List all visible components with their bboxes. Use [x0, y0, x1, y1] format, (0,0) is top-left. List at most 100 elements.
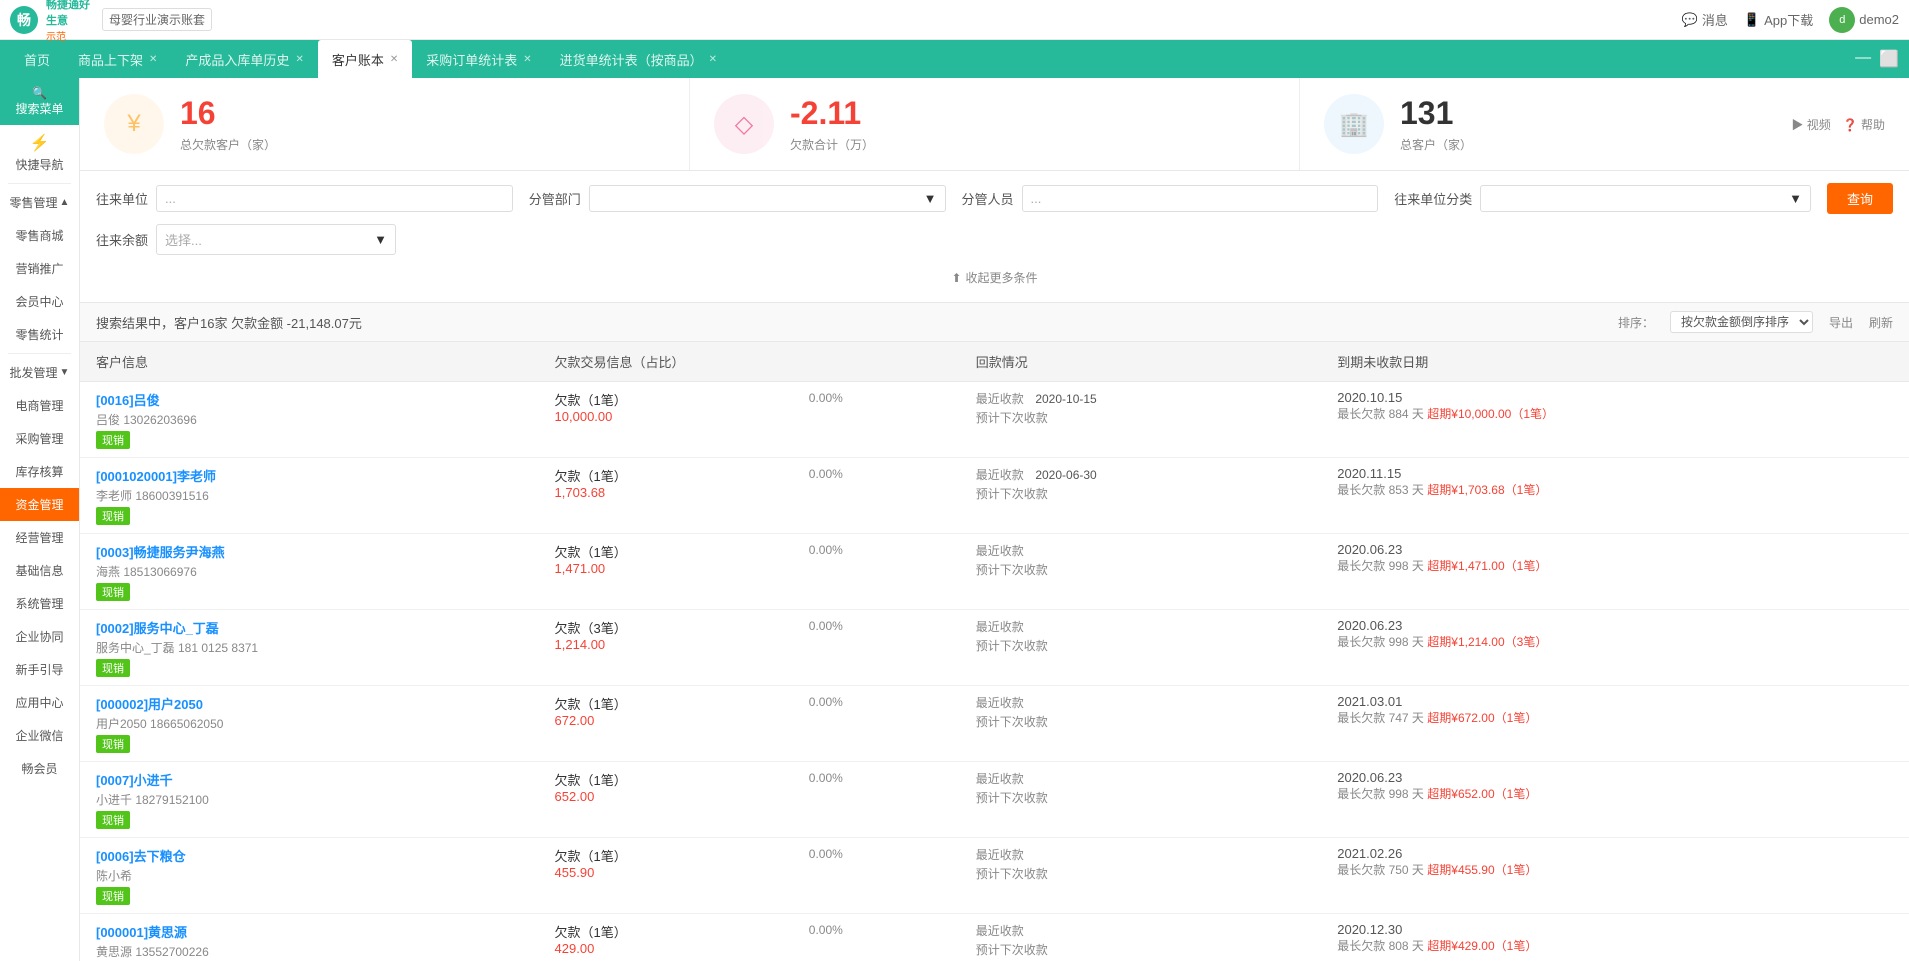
next-label-6: 预计下次收款: [976, 865, 1306, 882]
tab-customer-account-close[interactable]: ✕: [390, 54, 398, 65]
overdue-info-6: 最长欠款 750 天 超期¥455.90（1笔）: [1337, 861, 1893, 878]
sidebar-divider-1: [8, 183, 71, 184]
sidebar-item-ecommerce[interactable]: 电商管理: [0, 389, 79, 422]
collapse-label: 收起更多条件: [966, 269, 1038, 286]
tab-products[interactable]: 商品上下架 ✕: [64, 40, 171, 78]
dept-chevron-icon: ▼: [924, 191, 937, 206]
sidebar-item-finance[interactable]: 资金管理: [0, 488, 79, 521]
sidebar-item-ops-mgmt[interactable]: 经营管理: [0, 521, 79, 554]
cell-recovery-7: 最近收款 预计下次收款: [960, 914, 1322, 961]
tab-products-close[interactable]: ✕: [149, 54, 157, 65]
overdue-days-4: 最长欠款 747 天: [1337, 711, 1427, 725]
customer-tag-0: 现销: [96, 431, 130, 449]
sidebar-item-quick-nav[interactable]: ⚡ 快捷导航: [0, 125, 79, 181]
account-selector[interactable]: 母婴行业演示账套: [102, 8, 212, 31]
recent-label-7: 最近收款: [976, 922, 1306, 939]
overdue-link-1[interactable]: 超期¥1,703.68（1笔）: [1427, 483, 1547, 497]
overdue-link-4[interactable]: 超期¥672.00（1笔）: [1427, 711, 1537, 725]
sidebar-item-retail-mall[interactable]: 零售商城: [0, 219, 79, 252]
customer-tag-2: 现销: [96, 583, 130, 601]
tab-home[interactable]: 首页: [10, 40, 64, 78]
customer-name-4[interactable]: [000002]用户2050: [96, 694, 523, 713]
help-btn[interactable]: ❓ 帮助: [1843, 116, 1885, 133]
debt-label-6: 欠款（1笔）: [555, 846, 769, 865]
overdue-link-5[interactable]: 超期¥652.00（1笔）: [1427, 787, 1537, 801]
filter-row-1: 往来单位 ... 分管部门 ▼ 分管人员 ...: [96, 183, 1893, 214]
filter-category-select[interactable]: ▼: [1480, 185, 1811, 212]
search-button[interactable]: 查询: [1827, 183, 1893, 214]
refresh-btn[interactable]: 刷新: [1869, 314, 1893, 331]
sidebar-item-retail-mgmt[interactable]: 零售管理 ▲: [0, 186, 79, 219]
sidebar-item-inventory[interactable]: 库存核算: [0, 455, 79, 488]
customer-name-7[interactable]: [000001]黄思源: [96, 922, 523, 941]
debt-amount-1: 1,703.68: [555, 485, 769, 500]
cell-recovery-0: 最近收款 2020-10-15 预计下次收款: [960, 382, 1322, 458]
overdue-link-2[interactable]: 超期¥1,471.00（1笔）: [1427, 559, 1547, 573]
table-row: [0007]小进千 小进千 18279152100 现销 欠款（1笔） 652.…: [80, 762, 1909, 838]
filter-source-unit-input[interactable]: ...: [156, 185, 513, 212]
sidebar-item-member-vip[interactable]: 畅会员: [0, 752, 79, 785]
sidebar-item-app-center[interactable]: 应用中心: [0, 686, 79, 719]
sidebar-item-batch-mgmt[interactable]: 批发管理 ▼: [0, 356, 79, 389]
customer-name-6[interactable]: [0006]去下粮仓: [96, 846, 523, 865]
cell-customer-1: [0001020001]李老师 李老师 18600391516 现销: [80, 458, 539, 534]
stat-label-1: 总欠款客户（家）: [180, 136, 276, 153]
next-label-2: 预计下次收款: [976, 561, 1306, 578]
table-row: [0001020001]李老师 李老师 18600391516 现销 欠款（1笔…: [80, 458, 1909, 534]
stat-info-3: 131 总客户（家）: [1400, 95, 1472, 153]
customer-sub-2: 海燕 18513066976: [96, 563, 523, 580]
customer-name-0[interactable]: [0016]吕俊: [96, 390, 523, 409]
overdue-info-5: 最长欠款 998 天 超期¥652.00（1笔）: [1337, 785, 1893, 802]
customer-name-1[interactable]: [0001020001]李老师: [96, 466, 523, 485]
tab-purchase-order-close[interactable]: ✕: [523, 54, 531, 65]
cell-debt-percent-2: 0.00%: [785, 534, 960, 610]
sidebar-item-retail-stats[interactable]: 零售统计: [0, 318, 79, 351]
video-btn[interactable]: ▶ 视频: [1791, 116, 1830, 133]
overdue-link-6[interactable]: 超期¥455.90（1笔）: [1427, 863, 1537, 877]
account-dropdown[interactable]: 母婴行业演示账套: [102, 8, 212, 31]
customer-sub-7: 黄思源 13552700226: [96, 943, 523, 960]
customer-name-2[interactable]: [0003]畅捷服务尹海燕: [96, 542, 523, 561]
cell-debt-percent-6: 0.00%: [785, 838, 960, 914]
table-container: 客户信息 欠款交易信息（占比） 回款情况 到期未收款日期 [0016]吕俊 吕俊…: [80, 342, 1909, 961]
tab-purchase-history-close[interactable]: ✕: [295, 54, 303, 65]
overdue-link-7[interactable]: 超期¥429.00（1笔）: [1427, 939, 1537, 953]
sidebar-item-member-center[interactable]: 会员中心: [0, 285, 79, 318]
filter-balance-select[interactable]: 选择... ▼: [156, 224, 396, 255]
sort-select[interactable]: 按欠款金额倒序排序 按欠款金额升序排序 按客户名称排序: [1670, 311, 1813, 333]
cell-customer-7: [000001]黄思源 黄思源 13552700226 现销: [80, 914, 539, 961]
tab-purchase-history[interactable]: 产成品入库单历史 ✕: [171, 40, 317, 78]
tab-purchase-order[interactable]: 采购订单统计表 ✕: [412, 40, 545, 78]
sidebar-search[interactable]: 🔍 搜索菜单: [0, 78, 79, 125]
user-avatar-area[interactable]: d demo2: [1829, 7, 1899, 33]
sidebar-item-basic-info[interactable]: 基础信息: [0, 554, 79, 587]
cell-due-2: 2020.06.23 最长欠款 998 天 超期¥1,471.00（1笔）: [1321, 534, 1909, 610]
overdue-link-3[interactable]: 超期¥1,214.00（3笔）: [1427, 635, 1547, 649]
sidebar-item-wechat[interactable]: 企业微信: [0, 719, 79, 752]
sidebar-item-system[interactable]: 系统管理: [0, 587, 79, 620]
overdue-link-0[interactable]: 超期¥10,000.00（1笔）: [1427, 407, 1554, 421]
sidebar-item-enterprise[interactable]: 企业协同: [0, 620, 79, 653]
tab-purchase-stat-close[interactable]: ✕: [709, 54, 717, 65]
customer-name-3[interactable]: [0002]服务中心_丁磊: [96, 618, 523, 637]
result-bar: 搜索结果中，客户16家 欠款金额 -21,148.07元 排序： 按欠款金额倒序…: [80, 303, 1909, 342]
tab-customer-account[interactable]: 客户账本 ✕: [318, 40, 412, 78]
customer-tag-1: 现销: [96, 507, 130, 525]
stat-number-2: -2.11: [790, 95, 874, 132]
sidebar-item-newbie[interactable]: 新手引导: [0, 653, 79, 686]
tab-maximize-btn[interactable]: ⬜: [1879, 49, 1899, 69]
customer-name-5[interactable]: [0007]小进千: [96, 770, 523, 789]
stat-info-1: 16 总欠款客户（家）: [180, 95, 276, 153]
sidebar-item-purchase-mgmt[interactable]: 采购管理: [0, 422, 79, 455]
collapse-row[interactable]: ⬆ 收起更多条件: [96, 265, 1893, 290]
sidebar-item-marketing[interactable]: 营销推广: [0, 252, 79, 285]
export-btn[interactable]: 导出: [1829, 314, 1853, 331]
app-download-btn[interactable]: 📱 App下载: [1744, 10, 1813, 29]
filter-dept-select[interactable]: ▼: [589, 185, 946, 212]
filter-person-input[interactable]: ...: [1022, 185, 1379, 212]
tab-purchase-stat[interactable]: 进货单统计表（按商品） ✕: [546, 40, 731, 78]
message-btn[interactable]: 💬 消息: [1682, 10, 1728, 29]
debt-label-4: 欠款（1笔）: [555, 694, 769, 713]
recent-label-4: 最近收款: [976, 694, 1306, 711]
tab-minimize-btn[interactable]: —: [1855, 49, 1871, 69]
